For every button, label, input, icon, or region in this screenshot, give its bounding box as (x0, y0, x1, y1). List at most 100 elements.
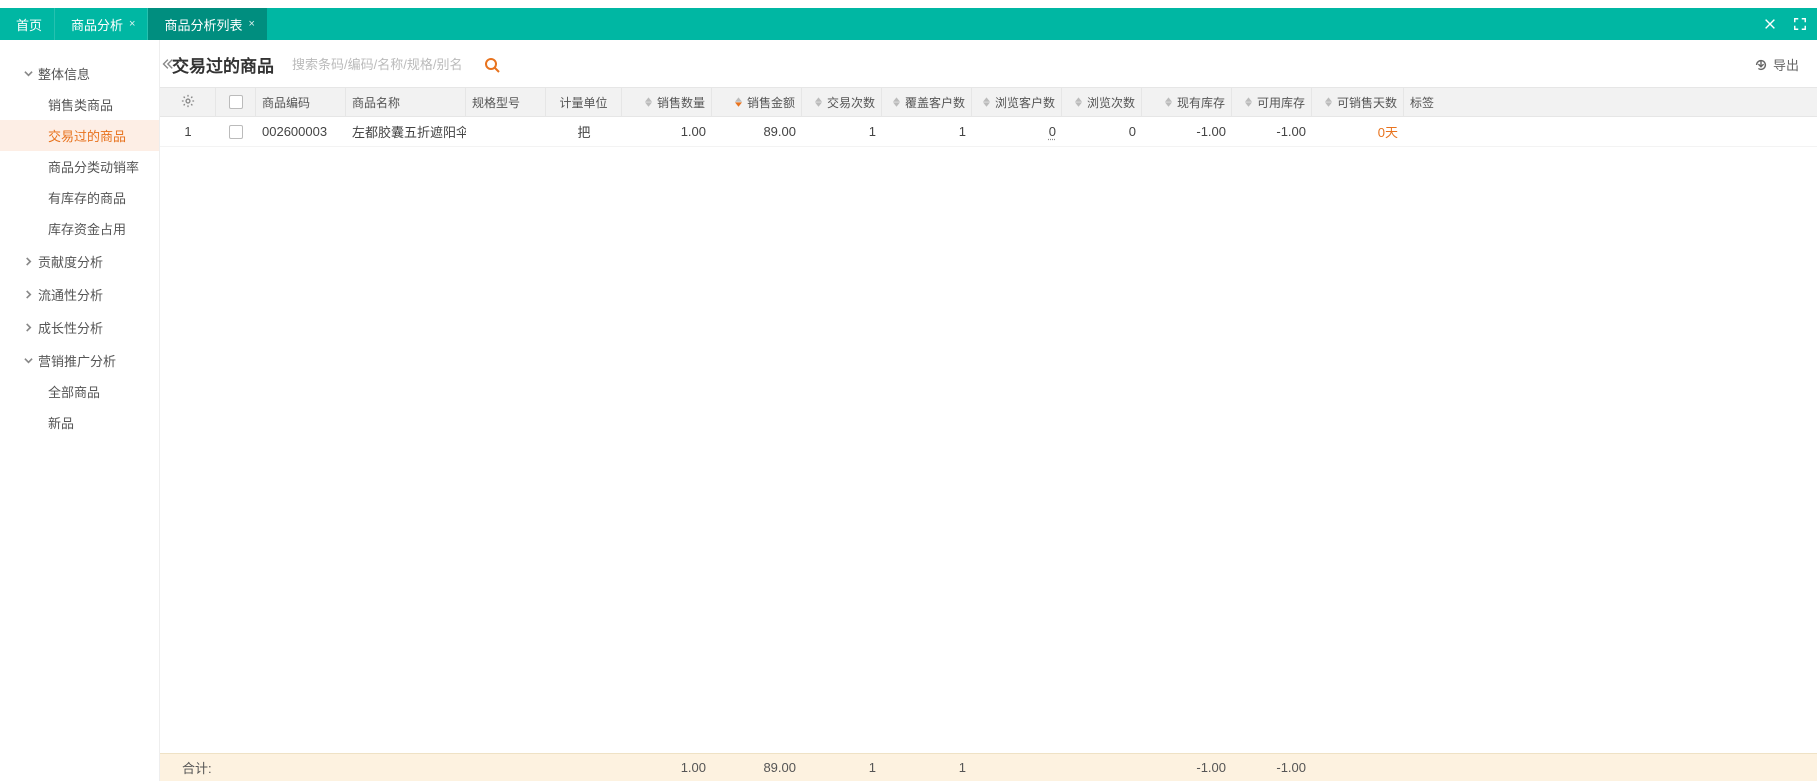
sidebar-item-sales-products[interactable]: 销售类商品 (0, 89, 159, 120)
cell-stock-now: -1.00 (1142, 117, 1232, 146)
chevron-down-icon (24, 69, 34, 78)
col-stock-avail[interactable]: 可用库存 (1232, 88, 1312, 116)
search-icon[interactable] (484, 57, 500, 73)
sort-icon (893, 97, 900, 107)
chevron-down-icon (24, 356, 34, 365)
footer-view-count (1062, 754, 1142, 781)
col-trade-count[interactable]: 交易次数 (802, 88, 882, 116)
sort-icon (1165, 97, 1172, 107)
sidebar-group-liquidity[interactable]: 流通性分析 (0, 279, 159, 310)
tab-bar: 首页 商品分析 × 商品分析列表 × (0, 8, 1817, 40)
col-spec[interactable]: 规格型号 (466, 88, 546, 116)
row-index: 1 (160, 117, 216, 146)
cell-code: 002600003 (256, 117, 346, 146)
sidebar-group-contribution[interactable]: 贡献度分析 (0, 246, 159, 277)
sidebar-item-in-stock[interactable]: 有库存的商品 (0, 182, 159, 213)
sidebar-group-label: 成长性分析 (38, 318, 103, 337)
export-button[interactable]: 导出 (1754, 55, 1799, 74)
sort-icon (815, 97, 822, 107)
close-all-button[interactable] (1757, 11, 1783, 37)
main-panel: 交易过的商品 导出 商品编码 商品名称 规格型 (160, 40, 1817, 781)
table-footer: 合计: 1.00 89.00 1 1 -1.00 -1.00 (160, 753, 1817, 781)
gear-icon (181, 94, 195, 111)
cell-view-count: 0 (1062, 117, 1142, 146)
footer-customer-cover: 1 (882, 754, 972, 781)
table-header: 商品编码 商品名称 规格型号 计量单位 销售数量 销售金额 交易次数 (160, 87, 1817, 117)
tab-label: 商品分析列表 (164, 15, 242, 34)
sort-icon (983, 97, 990, 107)
col-unit[interactable]: 计量单位 (546, 88, 622, 116)
sidebar-item-all-products[interactable]: 全部商品 (0, 376, 159, 407)
sort-icon (645, 97, 652, 107)
expand-icon[interactable] (1787, 11, 1813, 37)
checkbox[interactable] (229, 125, 243, 139)
sidebar: 整体信息 销售类商品 交易过的商品 商品分类动销率 有库存的商品 库存资金占用 … (0, 40, 160, 781)
checkbox[interactable] (229, 95, 243, 109)
cell-sale-amount: 89.00 (712, 117, 802, 146)
col-code[interactable]: 商品编码 (256, 88, 346, 116)
table-row[interactable]: 1 002600003 左都胶囊五折遮阳伞防晒伞; 把 1.00 89.00 1… (160, 117, 1817, 147)
page-title: 交易过的商品 (172, 52, 274, 77)
cell-sale-days: 0天 (1312, 117, 1404, 146)
sort-icon (1245, 97, 1252, 107)
chevron-right-icon (24, 323, 34, 332)
sidebar-item-stock-capital[interactable]: 库存资金占用 (0, 213, 159, 244)
sidebar-group-growth[interactable]: 成长性分析 (0, 312, 159, 343)
col-view-count[interactable]: 浏览次数 (1062, 88, 1142, 116)
sidebar-group-label: 流通性分析 (38, 285, 103, 304)
cell-sale-qty: 1.00 (622, 117, 712, 146)
chevron-right-icon (24, 290, 34, 299)
tab-product-analysis-list[interactable]: 商品分析列表 × (148, 8, 266, 40)
footer-stock-avail: -1.00 (1232, 754, 1312, 781)
sort-icon (1325, 97, 1332, 107)
footer-sale-qty: 1.00 (622, 754, 712, 781)
footer-trade-count: 1 (802, 754, 882, 781)
col-sale-days[interactable]: 可销售天数 (1312, 88, 1404, 116)
search-input[interactable] (292, 53, 482, 77)
col-sale-amount[interactable]: 销售金额 (712, 88, 802, 116)
cell-customer-cover: 1 (882, 117, 972, 146)
sidebar-item-traded-products[interactable]: 交易过的商品 (0, 120, 159, 151)
data-table: 商品编码 商品名称 规格型号 计量单位 销售数量 销售金额 交易次数 (160, 87, 1817, 781)
sidebar-group-marketing[interactable]: 营销推广分析 (0, 345, 159, 376)
sidebar-item-category-turnover[interactable]: 商品分类动销率 (0, 151, 159, 182)
col-customer-cover[interactable]: 覆盖客户数 (882, 88, 972, 116)
tab-label: 首页 (16, 15, 42, 34)
collapse-sidebar-button[interactable] (157, 54, 177, 74)
tab-product-analysis[interactable]: 商品分析 × (55, 8, 148, 40)
col-view-customers[interactable]: 浏览客户数 (972, 88, 1062, 116)
cell-name: 左都胶囊五折遮阳伞防晒伞; (346, 117, 466, 146)
close-icon[interactable]: × (129, 18, 135, 30)
sidebar-group-label: 贡献度分析 (38, 252, 103, 271)
footer-stock-now: -1.00 (1142, 754, 1232, 781)
cell-unit: 把 (546, 117, 622, 146)
cell-trade-count: 1 (802, 117, 882, 146)
sidebar-item-new-products[interactable]: 新品 (0, 407, 159, 438)
tab-home[interactable]: 首页 (0, 8, 55, 40)
close-icon[interactable]: × (248, 18, 254, 30)
cell-view-customers[interactable]: 0 (972, 117, 1062, 146)
footer-view-customers (972, 754, 1062, 781)
sidebar-group-label: 整体信息 (38, 64, 90, 83)
cell-stock-avail: -1.00 (1232, 117, 1312, 146)
col-name[interactable]: 商品名称 (346, 88, 466, 116)
tab-label: 商品分析 (71, 15, 123, 34)
sidebar-group-label: 营销推广分析 (38, 351, 116, 370)
sort-icon (1075, 97, 1082, 107)
footer-sale-amount: 89.00 (712, 754, 802, 781)
chevron-right-icon (24, 257, 34, 266)
toolbar: 交易过的商品 导出 (160, 40, 1817, 87)
col-tag[interactable]: 标签 (1404, 88, 1624, 116)
cell-tag (1404, 117, 1624, 146)
sort-icon (735, 97, 742, 107)
export-label: 导出 (1773, 55, 1799, 74)
col-stock-now[interactable]: 现有库存 (1142, 88, 1232, 116)
select-all-header[interactable] (216, 88, 256, 116)
export-icon (1754, 58, 1768, 72)
col-sale-qty[interactable]: 销售数量 (622, 88, 712, 116)
footer-label: 合计: (160, 754, 256, 781)
settings-header[interactable] (160, 88, 216, 116)
row-select[interactable] (216, 117, 256, 146)
cell-spec (466, 117, 546, 146)
sidebar-group-overall[interactable]: 整体信息 (0, 58, 159, 89)
